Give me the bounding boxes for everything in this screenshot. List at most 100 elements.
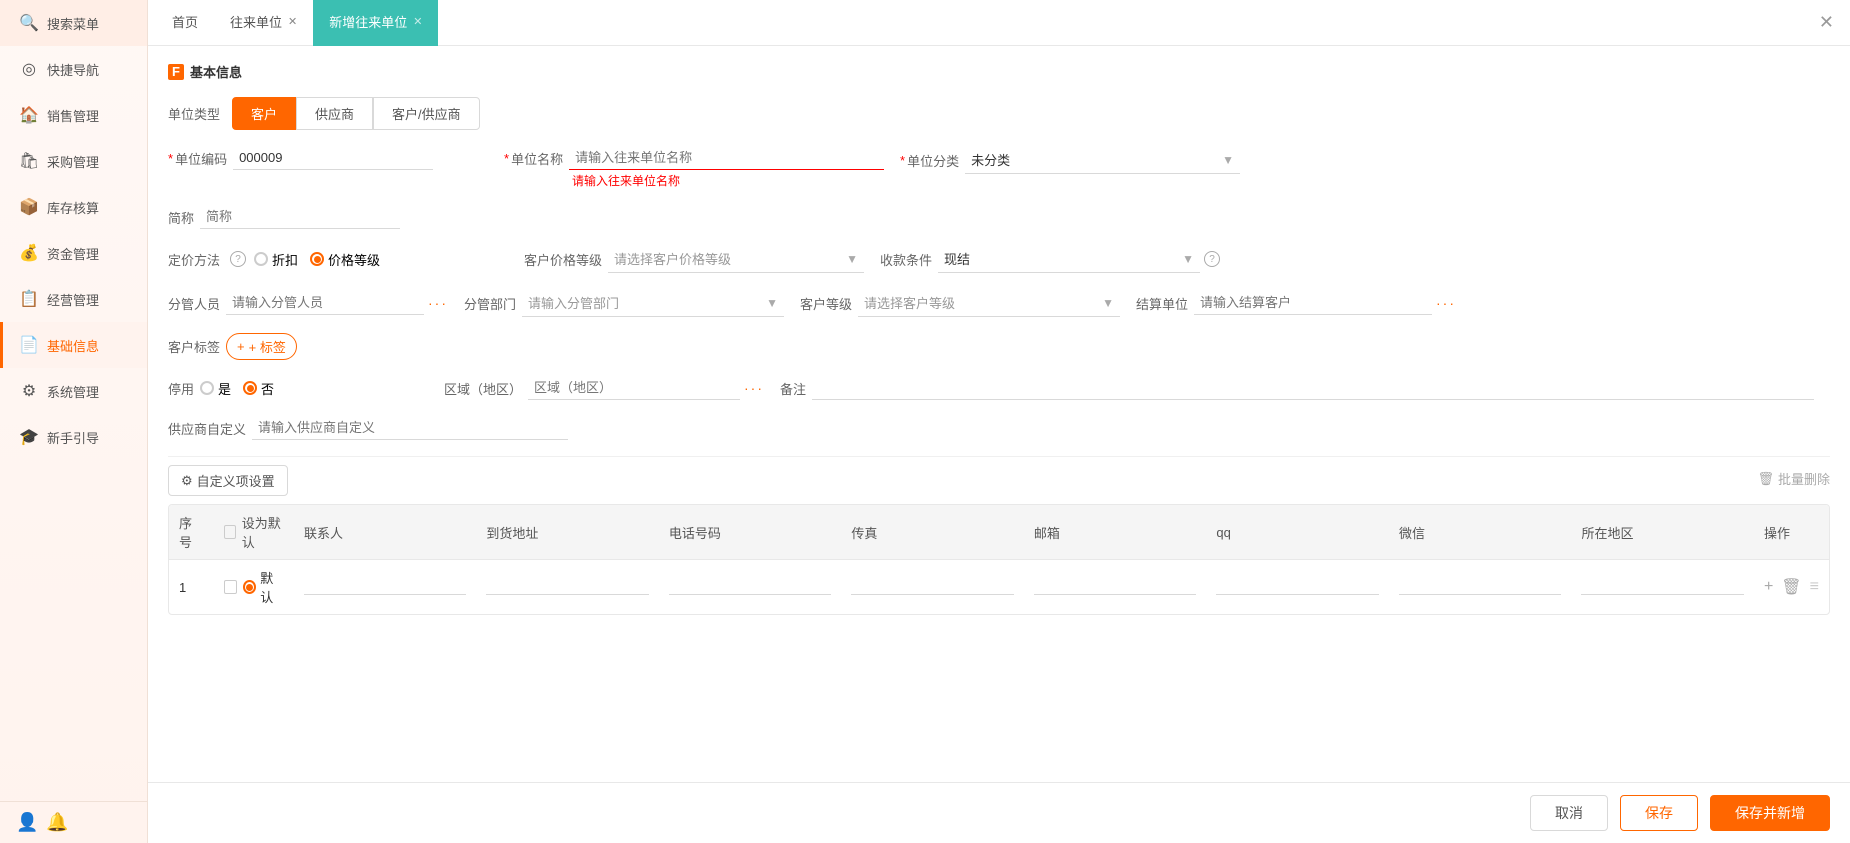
customer-price-level-select[interactable]: 请选择客户价格等级 ▼: [608, 245, 864, 273]
sidebar-item-search[interactable]: 🔍 搜索菜单: [0, 0, 147, 46]
qq-input[interactable]: [1216, 579, 1379, 595]
batch-delete-button[interactable]: 🗑 批量删除: [1757, 469, 1830, 488]
tab-new-partner[interactable]: 新增往来单位 ✕: [313, 0, 438, 46]
save-button[interactable]: 保存: [1620, 795, 1698, 831]
row-default-outer: [243, 580, 256, 594]
email-input[interactable]: [1034, 579, 1196, 595]
remark-label: 备注: [780, 379, 806, 398]
section-title-text: 基本信息: [190, 62, 242, 81]
tab-partners-close[interactable]: ✕: [288, 15, 297, 28]
supplier-custom-input[interactable]: [252, 416, 568, 440]
tab-partners[interactable]: 往来单位 ✕: [214, 0, 313, 46]
sidebar-item-system[interactable]: ⚙ 系统管理: [0, 368, 147, 414]
cell-qq[interactable]: [1206, 560, 1389, 615]
cell-area[interactable]: [1571, 560, 1753, 615]
form-row-3: 定价方法 ? 折扣 价格等级 客户价格等级: [168, 245, 1830, 273]
save-add-button[interactable]: 保存并新增: [1710, 795, 1830, 831]
row-checkbox[interactable]: [224, 580, 237, 594]
sidebar: 🔍 搜索菜单 ◎ 快捷导航 🏠 销售管理 🛍 采购管理 📦 库存核算 💰 资金管…: [0, 0, 148, 843]
unit-code-required: *: [168, 151, 173, 166]
pricing-method-field: 定价方法 ? 折扣 价格等级: [168, 250, 508, 269]
window-close-button[interactable]: ✕: [1811, 12, 1842, 33]
manager-label: 分管人员: [168, 294, 220, 313]
contact-input[interactable]: [304, 579, 466, 595]
sidebar-item-quick-nav[interactable]: ◎ 快捷导航: [0, 46, 147, 92]
customer-tag-label: 客户标签: [168, 337, 220, 356]
area-table-input[interactable]: [1581, 579, 1743, 595]
sidebar-item-finance[interactable]: 💰 资金管理: [0, 230, 147, 276]
add-tag-button[interactable]: + + 标签: [226, 333, 297, 360]
manager-input[interactable]: [226, 291, 424, 315]
row-default-radio[interactable]: 默认: [243, 568, 284, 606]
col-header-index: 序号: [169, 505, 214, 560]
unit-name-input[interactable]: [569, 146, 884, 170]
cell-address[interactable]: [476, 560, 658, 615]
remark-input[interactable]: [812, 376, 1814, 400]
pricing-method-label: 定价方法: [168, 250, 220, 269]
pricing-radio-group: 折扣 价格等级: [254, 250, 380, 269]
short-name-field: 简称: [168, 205, 488, 229]
type-btn-supplier[interactable]: 供应商: [296, 97, 373, 130]
disable-no-label: 否: [261, 379, 274, 398]
cell-fax[interactable]: [841, 560, 1023, 615]
unit-code-field: * 单位编码: [168, 146, 488, 170]
tab-home[interactable]: 首页: [156, 0, 214, 46]
pricing-method-info-icon[interactable]: ?: [230, 251, 246, 267]
form-row-4: 分管人员 ··· 分管部门 请输入分管部门 ▼ 客户等级 请选择客户等级 ▼: [168, 289, 1830, 317]
sidebar-item-guide[interactable]: 🎓 新手引导: [0, 414, 147, 460]
wechat-input[interactable]: [1399, 579, 1561, 595]
form-row-5: 客户标签 + + 标签: [168, 333, 1830, 360]
unit-name-label: 单位名称: [511, 149, 563, 168]
table-header-row: 序号 设为默认 联系人 到货地址 电话号码 传真 邮箱 qq: [169, 505, 1829, 560]
unit-category-label: 单位分类: [907, 151, 959, 170]
department-select[interactable]: 请输入分管部门 ▼: [522, 289, 784, 317]
type-btn-both[interactable]: 客户/供应商: [373, 97, 480, 130]
unit-code-input[interactable]: [233, 146, 433, 170]
sidebar-item-operations[interactable]: 📋 经营管理: [0, 276, 147, 322]
pricing-level-radio[interactable]: 价格等级: [310, 250, 380, 269]
area-input[interactable]: [528, 376, 740, 400]
manager-field: 分管人员 ···: [168, 291, 448, 315]
cancel-button[interactable]: 取消: [1530, 795, 1608, 831]
disable-no-radio[interactable]: 否: [243, 379, 274, 398]
type-btn-customer[interactable]: 客户: [232, 97, 296, 130]
area-more-btn[interactable]: ···: [744, 380, 764, 396]
tab-new-partner-close[interactable]: ✕: [413, 15, 422, 28]
pricing-discount-radio[interactable]: 折扣: [254, 250, 298, 269]
fax-input[interactable]: [851, 579, 1013, 595]
scroll-handle[interactable]: ≡: [1810, 578, 1819, 596]
add-row-button[interactable]: +: [1764, 578, 1773, 596]
sidebar-item-inventory[interactable]: 📦 库存核算: [0, 184, 147, 230]
delete-row-button[interactable]: 🗑: [1781, 577, 1801, 597]
sidebar-item-base[interactable]: 📄 基础信息: [0, 322, 147, 368]
disable-no-inner: [247, 385, 254, 392]
search-icon: 🔍: [19, 13, 39, 33]
sidebar-label-sales: 销售管理: [47, 106, 99, 125]
unit-name-error: 请输入往来单位名称: [572, 172, 680, 189]
cell-phone[interactable]: [659, 560, 841, 615]
cell-index: 1: [169, 560, 214, 615]
phone-input[interactable]: [669, 579, 831, 595]
manager-more-btn[interactable]: ···: [428, 295, 448, 311]
cell-email[interactable]: [1024, 560, 1206, 615]
payment-terms-info-icon[interactable]: ?: [1204, 251, 1220, 267]
payment-terms-select[interactable]: 现结 ▼: [938, 245, 1200, 273]
sidebar-item-sales[interactable]: 🏠 销售管理: [0, 92, 147, 138]
short-name-input[interactable]: [200, 205, 400, 229]
sidebar-label-purchase: 采购管理: [47, 152, 99, 171]
col-header-fax: 传真: [841, 505, 1023, 560]
settlement-unit-input[interactable]: [1194, 291, 1432, 315]
sidebar-item-purchase[interactable]: 🛍 采购管理: [0, 138, 147, 184]
customer-tag-field: 客户标签 + + 标签: [168, 333, 1814, 360]
cell-wechat[interactable]: [1389, 560, 1571, 615]
custom-settings-button[interactable]: ⚙ 自定义项设置: [168, 465, 288, 496]
disable-yes-radio[interactable]: 是: [200, 379, 231, 398]
settlement-unit-more-btn[interactable]: ···: [1436, 295, 1456, 311]
select-all-checkbox[interactable]: [224, 525, 236, 539]
address-input[interactable]: [486, 579, 648, 595]
pricing-level-inner: [314, 256, 321, 263]
base-icon: 📄: [19, 335, 39, 355]
unit-category-select[interactable]: 未分类 ▼: [965, 146, 1240, 174]
customer-level-select[interactable]: 请选择客户等级 ▼: [858, 289, 1120, 317]
cell-contact[interactable]: [294, 560, 476, 615]
